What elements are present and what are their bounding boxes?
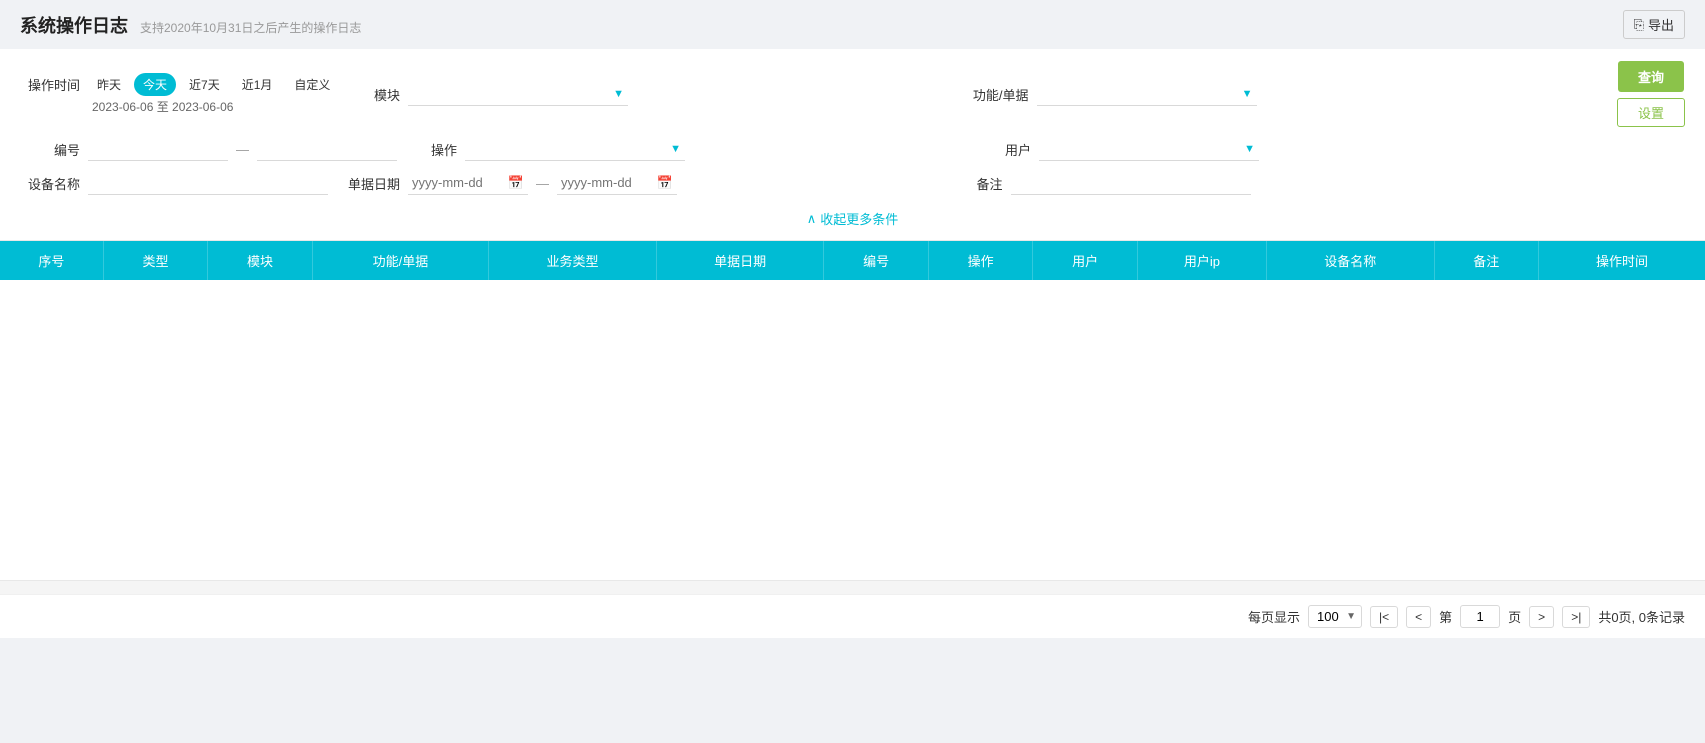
col-device: 设备名称	[1266, 241, 1434, 280]
remark-label: 备注	[943, 174, 1003, 193]
total-info: 共0页, 0条记录	[1598, 607, 1685, 626]
func-select[interactable]	[1037, 82, 1257, 105]
data-table: 序号 类型 模块 功能/单据 业务类型 单据日期 编号 操作 用户 用户ip 设…	[0, 241, 1705, 280]
collapse-label: 收起更多条件	[820, 209, 898, 228]
setting-button[interactable]: 设置	[1617, 98, 1685, 127]
col-biztype: 业务类型	[489, 241, 657, 280]
col-num: 编号	[824, 241, 928, 280]
pagination: 每页显示 100 50 200 ▼ |< < 第 页 > >| 共0页, 0条记…	[0, 594, 1705, 638]
col-date: 单据日期	[656, 241, 824, 280]
remark-input[interactable]	[1011, 171, 1251, 195]
last-page-button[interactable]: >|	[1562, 606, 1590, 628]
page-size-select[interactable]: 100 50 200	[1308, 605, 1362, 628]
time-btn-today[interactable]: 今天	[134, 73, 176, 96]
empty-area	[0, 280, 1705, 580]
filter-panel: 操作时间 昨天 今天 近7天 近1月 自定义 2023-06-06 至 2023…	[0, 49, 1705, 241]
col-module: 模块	[208, 241, 312, 280]
num-dash: —	[236, 142, 249, 157]
num-from-input[interactable]	[88, 137, 228, 161]
date-to-wrapper: 📅	[557, 171, 677, 195]
time-btn-custom[interactable]: 自定义	[285, 73, 339, 96]
export-button[interactable]: ⎘ 导出	[1623, 10, 1685, 39]
page-unit-label: 页	[1508, 607, 1521, 626]
date-from-wrapper: 📅	[408, 171, 528, 195]
col-user: 用户	[1033, 241, 1137, 280]
col-op: 操作	[928, 241, 1032, 280]
user-label: 用户	[971, 140, 1031, 159]
device-filter: 设备名称	[20, 171, 340, 195]
func-label: 功能/单据	[969, 85, 1029, 104]
time-btn-7days[interactable]: 近7天	[180, 73, 229, 96]
func-select-wrapper: ▼	[1037, 82, 1257, 106]
next-page-button[interactable]: >	[1529, 606, 1554, 628]
page-size-wrapper: 100 50 200 ▼	[1308, 605, 1362, 628]
remark-filter: 备注	[943, 171, 1546, 195]
user-select-wrapper: ▼	[1039, 137, 1259, 161]
op-select-wrapper: ▼	[465, 137, 685, 161]
filter-row-3: 设备名称 单据日期 📅 — 📅 备注	[20, 171, 1685, 195]
op-select[interactable]	[465, 137, 685, 160]
time-range-display: 2023-06-06 至 2023-06-06	[92, 98, 233, 115]
num-label: 编号	[20, 140, 80, 159]
device-input[interactable]	[88, 171, 328, 195]
op-filter: 操作 ▼	[397, 137, 971, 161]
time-buttons: 昨天 今天 近7天 近1月 自定义	[88, 73, 339, 96]
time-btn-1month[interactable]: 近1月	[233, 73, 282, 96]
page-title: 系统操作日志	[20, 12, 128, 38]
col-ip: 用户ip	[1137, 241, 1266, 280]
col-type: 类型	[103, 241, 207, 280]
device-label: 设备名称	[20, 174, 80, 193]
time-btn-yesterday[interactable]: 昨天	[88, 73, 130, 96]
date-from-input[interactable]	[408, 171, 528, 194]
module-select[interactable]	[408, 82, 628, 105]
export-label: 导出	[1648, 15, 1674, 34]
scrollbar-inner	[0, 581, 1705, 582]
horizontal-scrollbar[interactable]	[0, 580, 1705, 594]
func-filter: 功能/单据 ▼	[969, 82, 1598, 106]
table-header: 序号 类型 模块 功能/单据 业务类型 单据日期 编号 操作 用户 用户ip 设…	[0, 241, 1705, 280]
per-page-label: 每页显示	[1248, 607, 1300, 626]
date-label: 单据日期	[340, 174, 400, 193]
table-wrapper: 序号 类型 模块 功能/单据 业务类型 单据日期 编号 操作 用户 用户ip 设…	[0, 241, 1705, 580]
page-word-label: 第	[1439, 607, 1452, 626]
col-remark: 备注	[1434, 241, 1538, 280]
date-dash: —	[536, 176, 549, 191]
module-select-wrapper: ▼	[408, 82, 628, 106]
action-buttons: 查询 设置	[1617, 61, 1685, 127]
module-label: 模块	[340, 85, 400, 104]
first-page-button[interactable]: |<	[1370, 606, 1398, 628]
query-button[interactable]: 查询	[1618, 61, 1684, 92]
date-filter: 单据日期 📅 — 📅	[340, 171, 943, 195]
user-select[interactable]	[1039, 137, 1259, 160]
prev-page-button[interactable]: <	[1406, 606, 1431, 628]
header-left: 系统操作日志 支持2020年10月31日之后产生的操作日志	[20, 12, 361, 38]
collapse-chevron-icon: ∧	[807, 211, 817, 227]
filter-row-1: 操作时间 昨天 今天 近7天 近1月 自定义 2023-06-06 至 2023…	[20, 61, 1685, 127]
time-label: 操作时间	[20, 75, 80, 94]
col-optime: 操作时间	[1539, 241, 1705, 280]
filter-row-2: 编号 — 操作 ▼ 用户 ▼	[20, 137, 1685, 161]
export-icon: ⎘	[1634, 17, 1644, 33]
date-to-input[interactable]	[557, 171, 677, 194]
user-filter: 用户 ▼	[971, 137, 1545, 161]
time-filter: 操作时间 昨天 今天 近7天 近1月 自定义 2023-06-06 至 2023…	[20, 73, 340, 115]
collapse-row[interactable]: ∧ 收起更多条件	[20, 205, 1685, 232]
num-filter: 编号 —	[20, 137, 397, 161]
col-func: 功能/单据	[312, 241, 488, 280]
num-to-input[interactable]	[257, 137, 397, 161]
page-header: 系统操作日志 支持2020年10月31日之后产生的操作日志 ⎘ 导出	[0, 0, 1705, 49]
header-row: 序号 类型 模块 功能/单据 业务类型 单据日期 编号 操作 用户 用户ip 设…	[0, 241, 1705, 280]
page-number-input[interactable]	[1460, 605, 1500, 628]
module-filter: 模块 ▼	[340, 82, 969, 106]
op-label: 操作	[397, 140, 457, 159]
col-seqno: 序号	[0, 241, 103, 280]
page-subtitle: 支持2020年10月31日之后产生的操作日志	[140, 19, 361, 36]
